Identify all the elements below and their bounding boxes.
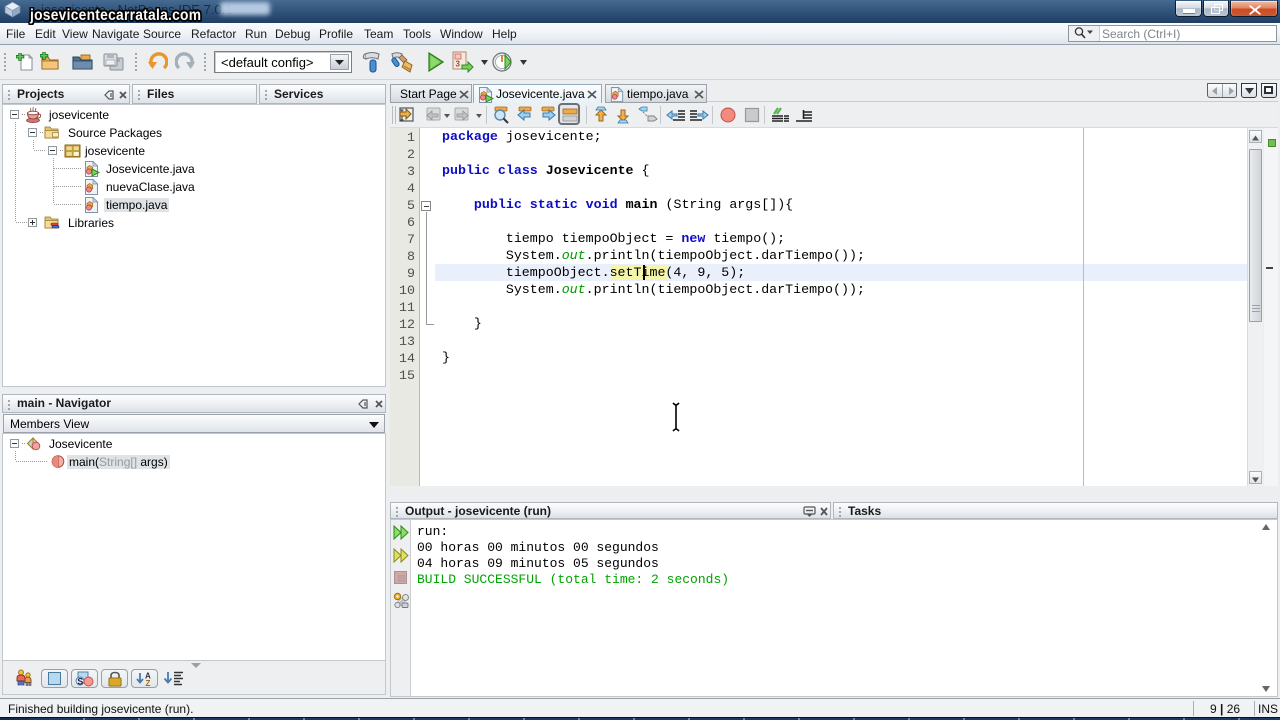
svg-text:3: 3	[456, 60, 461, 69]
svg-text:S: S	[77, 676, 83, 686]
svg-text:Z: Z	[146, 679, 151, 687]
